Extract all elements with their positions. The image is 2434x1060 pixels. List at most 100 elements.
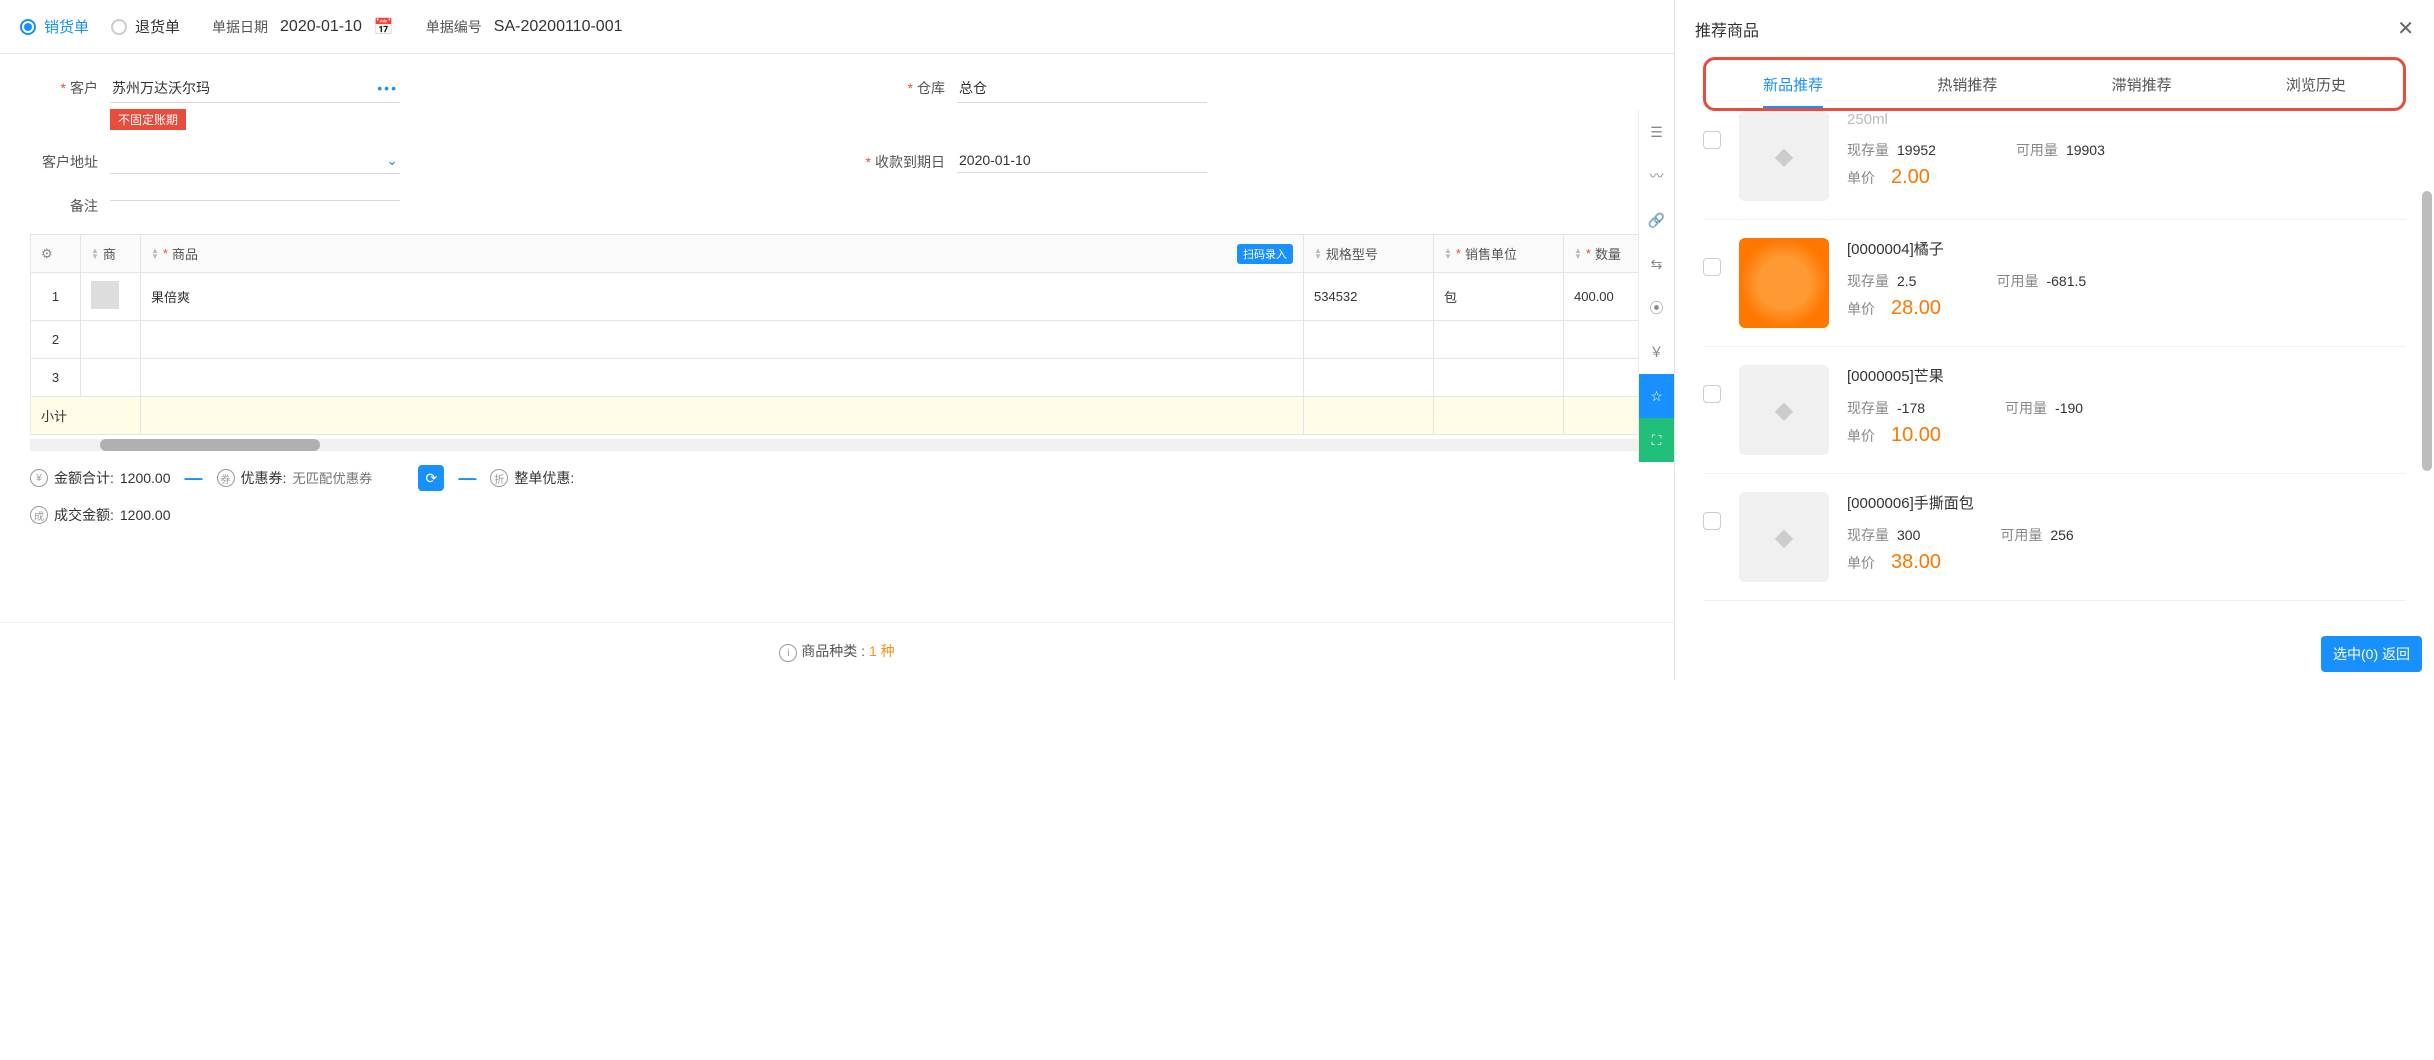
- stock-label: 现存量: [1847, 400, 1889, 416]
- product-image-placeholder: ◆: [1739, 492, 1829, 582]
- stock-label: 现存量: [1847, 273, 1889, 289]
- deal-icon: 成: [30, 506, 48, 524]
- doc-no-label: 单据编号: [426, 17, 482, 37]
- product-name: [0000005]芒果: [1847, 365, 2406, 386]
- close-icon[interactable]: ✕: [2397, 16, 2414, 41]
- price-value: 38.00: [1891, 551, 1941, 573]
- amount-total-label: 金额合计:: [54, 468, 114, 488]
- yen-icon: ¥: [30, 469, 48, 487]
- side-expand-icon[interactable]: ⛶: [1638, 418, 1674, 462]
- doc-date-label: 单据日期: [212, 17, 268, 37]
- stock-value: 300: [1897, 527, 1920, 543]
- side-link-icon[interactable]: 🔗: [1638, 198, 1674, 242]
- warehouse-value: 总仓: [959, 78, 987, 98]
- product-checkbox[interactable]: [1703, 258, 1721, 276]
- th-unit[interactable]: ▲▼*销售单位: [1434, 235, 1564, 273]
- minus-icon: —: [185, 468, 203, 489]
- account-period-badge: 不固定账期: [110, 109, 186, 130]
- avail-value: 256: [2050, 527, 2073, 543]
- minus-icon: —: [458, 468, 476, 489]
- top-bar: 销货单 退货单 单据日期 2020-01-10 📅 单据编号 SA-202001…: [0, 0, 1674, 54]
- price-value: 10.00: [1891, 424, 1941, 446]
- product-item: ◆ 250ml 现存量19952 可用量19903 单价2.00: [1703, 111, 2406, 220]
- deal-amount-value: 1200.00: [120, 507, 171, 523]
- warehouse-label: 仓库: [917, 80, 945, 96]
- paydue-value: 2020-01-10: [959, 152, 1031, 168]
- stock-value: 19952: [1897, 142, 1936, 158]
- customer-input[interactable]: 苏州万达沃尔玛 •••: [110, 74, 400, 103]
- table-row[interactable]: 1 果倍爽 534532 包 400.00: [31, 273, 1644, 321]
- gear-icon: ⚙: [41, 246, 53, 261]
- deal-amount-label: 成交金额:: [54, 505, 114, 525]
- radio-return-order[interactable]: 退货单: [111, 16, 180, 37]
- radio-sales-order[interactable]: 销货单: [20, 16, 89, 37]
- th-merchant[interactable]: ▲▼商: [81, 235, 141, 273]
- whole-discount-label: 整单优惠:: [514, 468, 574, 488]
- doc-no-value: SA-20200110-001: [494, 18, 623, 36]
- avail-value: -190: [2055, 400, 2083, 416]
- product-checkbox[interactable]: [1703, 131, 1721, 149]
- th-qty[interactable]: ▲▼*数量: [1564, 235, 1644, 273]
- sort-icon: ▲▼: [1574, 248, 1582, 260]
- side-paren-icon[interactable]: ⦿: [1638, 286, 1674, 330]
- doc-date-value[interactable]: 2020-01-10: [280, 18, 362, 36]
- th-product[interactable]: ▲▼*商品扫码录入: [141, 235, 1304, 273]
- more-dots-icon[interactable]: •••: [377, 80, 398, 96]
- product-name: [0000006]手撕面包: [1847, 492, 2406, 513]
- th-spec[interactable]: ▲▼规格型号: [1304, 235, 1434, 273]
- stock-value: 2.5: [1897, 273, 1916, 289]
- coupon-input[interactable]: [292, 471, 412, 486]
- sort-icon: ▲▼: [1314, 248, 1322, 260]
- table-row[interactable]: 3: [31, 359, 1644, 397]
- address-label: 客户地址: [42, 154, 98, 170]
- side-star-icon[interactable]: ☆: [1638, 374, 1674, 418]
- side-money-icon[interactable]: ￥: [1638, 330, 1674, 374]
- side-swap-icon[interactable]: ⇆: [1638, 242, 1674, 286]
- remark-input[interactable]: [110, 192, 400, 201]
- avail-label: 可用量: [2005, 400, 2047, 416]
- refresh-button[interactable]: ⟳: [418, 465, 444, 491]
- tab-slow[interactable]: 滞销推荐: [2112, 64, 2172, 105]
- coupon-label: 优惠券:: [241, 468, 287, 488]
- select-return-button[interactable]: 选中(0) 返回: [2321, 636, 2422, 672]
- th-gear[interactable]: ⚙: [31, 235, 81, 273]
- customer-value: 苏州万达沃尔玛: [112, 78, 210, 98]
- tab-new[interactable]: 新品推荐: [1763, 64, 1823, 105]
- discount-icon: 折: [490, 469, 508, 487]
- horizontal-scrollbar[interactable]: [30, 439, 1644, 451]
- radio-unchecked-icon: [111, 19, 127, 35]
- side-chart-icon[interactable]: 〰: [1638, 154, 1674, 198]
- recommend-panel: 推荐商品 ✕ 新品推荐 热销推荐 滞销推荐 浏览历史 ◆ 250ml 现存量19…: [1674, 0, 2434, 680]
- panel-title: 推荐商品: [1695, 17, 1759, 41]
- address-input[interactable]: ⌄: [110, 148, 400, 174]
- bottom-summary: i 商品种类 : 1 种: [0, 622, 1674, 681]
- stock-value: -178: [1897, 400, 1925, 416]
- product-item: ◆ [0000006]手撕面包 现存量300 可用量256 单价38.00: [1703, 474, 2406, 601]
- warehouse-input[interactable]: 总仓: [957, 74, 1207, 103]
- avail-label: 可用量: [1996, 273, 2038, 289]
- price-label: 单价: [1847, 428, 1875, 444]
- chevron-down-icon[interactable]: ⌄: [386, 152, 398, 169]
- vertical-scrollbar[interactable]: [2422, 191, 2432, 471]
- product-thumb: [91, 281, 119, 309]
- paydue-input[interactable]: 2020-01-10: [957, 148, 1207, 173]
- product-name: [0000004]橘子: [1847, 238, 2406, 259]
- product-checkbox[interactable]: [1703, 385, 1721, 403]
- side-list-icon[interactable]: ☰: [1638, 110, 1674, 154]
- tab-history[interactable]: 浏览历史: [2286, 64, 2346, 105]
- table-row[interactable]: 2: [31, 321, 1644, 359]
- info-icon: i: [779, 644, 797, 662]
- product-checkbox[interactable]: [1703, 512, 1721, 530]
- product-item: ◆ [0000005]芒果 现存量-178 可用量-190 单价10.00: [1703, 347, 2406, 474]
- scan-badge[interactable]: 扫码录入: [1237, 244, 1293, 264]
- kinds-value: 1 种: [869, 643, 895, 659]
- calendar-icon[interactable]: 📅: [374, 17, 394, 37]
- avail-value: 19903: [2066, 142, 2105, 158]
- product-image: 🍊: [1739, 238, 1829, 328]
- customer-label: 客户: [70, 80, 98, 96]
- avail-label: 可用量: [2000, 527, 2042, 543]
- recommend-tabs: 新品推荐 热销推荐 滞销推荐 浏览历史: [1703, 57, 2406, 111]
- stock-label: 现存量: [1847, 527, 1889, 543]
- remark-label: 备注: [70, 198, 98, 214]
- tab-hot[interactable]: 热销推荐: [1937, 64, 1997, 105]
